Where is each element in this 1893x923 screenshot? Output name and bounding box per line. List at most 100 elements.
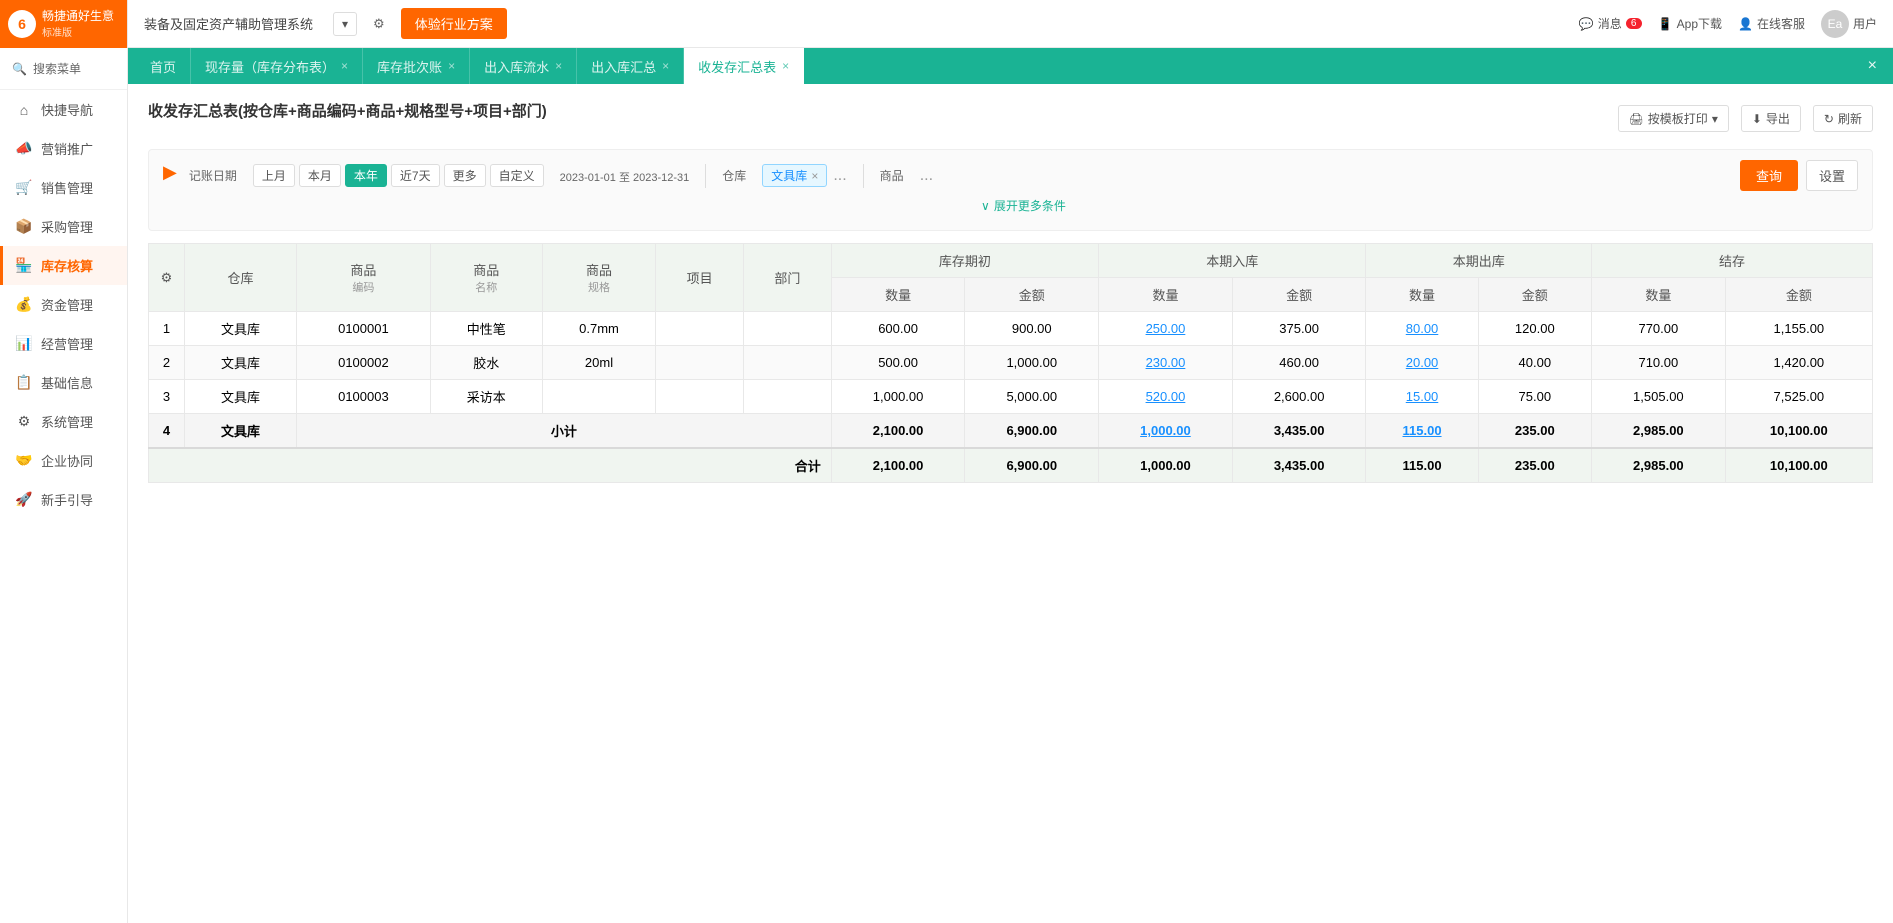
tab-stock-dist-label: 现存量（库存分布表）: [205, 57, 335, 76]
row-name: 采访本: [430, 380, 542, 414]
user-menu[interactable]: Ea 用户: [1821, 10, 1877, 38]
topbar-gear-button[interactable]: ⚙: [369, 12, 389, 36]
tab-stock-dist[interactable]: 现存量（库存分布表） ×: [191, 48, 363, 84]
sidebar-item-finance[interactable]: 💰 资金管理: [0, 285, 127, 324]
export-button[interactable]: ⬇ 导出: [1741, 105, 1801, 132]
filter-separator2: [863, 164, 864, 188]
refresh-button[interactable]: ↻ 刷新: [1813, 105, 1873, 132]
date-btn-custom[interactable]: 自定义: [490, 164, 544, 187]
col-spec-header: 商品规格: [542, 244, 655, 312]
row-bal-amt: 1,420.00: [1725, 346, 1872, 380]
subtotal-in-qty[interactable]: 1,000.00: [1099, 414, 1233, 449]
app-icon: 📱: [1658, 17, 1673, 31]
row-bal-amt: 1,155.00: [1725, 312, 1872, 346]
row-in-qty[interactable]: 250.00: [1099, 312, 1233, 346]
sidebar-item-inventory[interactable]: 🏪 库存核算: [0, 246, 127, 285]
sidebar-item-quick-nav[interactable]: ⌂ 快捷导航: [0, 90, 127, 129]
sidebar-item-label: 库存核算: [41, 256, 93, 275]
row-code: 0100002: [297, 346, 431, 380]
search-icon: 🔍: [12, 62, 27, 76]
export-icon: ⬇: [1752, 112, 1762, 126]
settings-button[interactable]: 设置: [1806, 160, 1858, 191]
col-code-header: 商品编码: [297, 244, 431, 312]
search-menu-button[interactable]: 🔍 搜索菜单: [8, 56, 119, 81]
system-name: 装备及固定资产辅助管理系统: [144, 14, 313, 33]
col-bal-amt-header: 金额: [1725, 278, 1872, 312]
row-out-amt: 120.00: [1478, 312, 1591, 346]
warehouse-tag-close[interactable]: ×: [811, 169, 818, 183]
row-in-qty[interactable]: 230.00: [1099, 346, 1233, 380]
sidebar-item-guide[interactable]: 🚀 新手引导: [0, 480, 127, 519]
close-all-tabs-button[interactable]: ×: [1860, 57, 1885, 75]
row-warehouse: 文具库: [185, 312, 297, 346]
col-warehouse-header: 仓库: [185, 244, 297, 312]
tab-inout-flow[interactable]: 出入库流水 ×: [470, 48, 577, 84]
row-open-qty: 1,000.00: [831, 380, 965, 414]
tab-recv-send-label: 收发存汇总表: [698, 57, 776, 76]
expand-more-button[interactable]: ∨ 展开更多条件: [189, 191, 1858, 220]
sidebar-search-section: 🔍 搜索菜单: [0, 48, 127, 90]
tab-inout-summary[interactable]: 出入库汇总 ×: [577, 48, 684, 84]
tab-batch[interactable]: 库存批次账 ×: [363, 48, 470, 84]
print-button[interactable]: 🖨 按模板打印 ▾: [1618, 105, 1729, 132]
row-project: [656, 346, 744, 380]
trial-button[interactable]: 体验行业方案: [401, 8, 507, 39]
row-out-amt: 40.00: [1478, 346, 1591, 380]
row-out-qty[interactable]: 80.00: [1366, 312, 1478, 346]
date-btn-last-month[interactable]: 上月: [253, 164, 295, 187]
tab-inout-flow-close[interactable]: ×: [555, 59, 562, 73]
total-in-qty: 1,000.00: [1099, 448, 1233, 483]
sidebar-item-marketing[interactable]: 📣 营销推广: [0, 129, 127, 168]
data-table: ⚙ 仓库 商品编码 商品名称 商品规格 项目 部门 库存期初 本期入库 本期出库…: [148, 243, 1873, 483]
total-bal-amt: 10,100.00: [1725, 448, 1872, 483]
date-range: 2023-01-01 至 2023-12-31: [560, 169, 690, 185]
warehouse-more-button[interactable]: ...: [833, 167, 846, 185]
warehouse-tag[interactable]: 文具库 ×: [762, 164, 827, 187]
tab-home[interactable]: 首页: [136, 48, 191, 84]
row-out-qty[interactable]: 20.00: [1366, 346, 1478, 380]
filter-bar: ▶ 记账日期 上月 本月 本年 近7天 更多 自定义 2023-01-01 至 …: [148, 149, 1873, 231]
query-button[interactable]: 查询: [1740, 160, 1798, 191]
marketing-icon: 📣: [15, 140, 33, 157]
filter-toggle-icon[interactable]: ▶: [163, 162, 177, 183]
tab-inout-summary-close[interactable]: ×: [662, 59, 669, 73]
app-download-button[interactable]: 📱 App下载: [1658, 15, 1722, 32]
table-subtotal-row: 4 文具库 小计 2,100.00 6,900.00 1,000.00 3,43…: [149, 414, 1873, 449]
system-dropdown[interactable]: ▾: [333, 12, 357, 36]
row-in-qty[interactable]: 520.00: [1099, 380, 1233, 414]
message-button[interactable]: 💬 消息 6: [1579, 15, 1642, 32]
sidebar-item-system[interactable]: ⚙ 系统管理: [0, 402, 127, 441]
goods-more-button[interactable]: ...: [920, 167, 933, 185]
date-btn-7days[interactable]: 近7天: [391, 164, 440, 187]
refresh-label: 刷新: [1838, 110, 1862, 127]
online-service-button[interactable]: 👤 在线客服: [1738, 15, 1805, 32]
sidebar-item-operations[interactable]: 📊 经营管理: [0, 324, 127, 363]
total-open-qty: 2,100.00: [831, 448, 965, 483]
warehouse-filter: 文具库 × ...: [762, 164, 846, 187]
date-btn-this-year[interactable]: 本年: [345, 164, 387, 187]
tab-recv-send[interactable]: 收发存汇总表 ×: [684, 48, 804, 84]
tab-stock-dist-close[interactable]: ×: [341, 59, 348, 73]
sidebar-item-label: 经营管理: [41, 334, 93, 353]
sidebar-item-sales[interactable]: 🛒 销售管理: [0, 168, 127, 207]
tab-recv-send-close[interactable]: ×: [782, 59, 789, 73]
subtotal-in-amt: 3,435.00: [1232, 414, 1366, 449]
tab-batch-label: 库存批次账: [377, 57, 442, 76]
col-settings-header[interactable]: ⚙: [149, 244, 185, 312]
finance-icon: 💰: [15, 296, 33, 313]
row-in-amt: 375.00: [1232, 312, 1366, 346]
sidebar-item-label: 资金管理: [41, 295, 93, 314]
sidebar-item-purchase[interactable]: 📦 采购管理: [0, 207, 127, 246]
filter-body: 记账日期 上月 本月 本年 近7天 更多 自定义 2023-01-01 至 20…: [189, 160, 1858, 220]
date-btn-more[interactable]: 更多: [444, 164, 486, 187]
avatar: Ea: [1821, 10, 1849, 38]
subtotal-no: 4: [149, 414, 185, 449]
subtotal-out-qty[interactable]: 115.00: [1366, 414, 1478, 449]
export-label: 导出: [1766, 110, 1790, 127]
sidebar-item-basic-info[interactable]: 📋 基础信息: [0, 363, 127, 402]
sidebar-item-enterprise[interactable]: 🤝 企业协同: [0, 441, 127, 480]
sidebar-item-label: 采购管理: [41, 217, 93, 236]
date-btn-this-month[interactable]: 本月: [299, 164, 341, 187]
row-out-qty[interactable]: 15.00: [1366, 380, 1478, 414]
tab-batch-close[interactable]: ×: [448, 59, 455, 73]
